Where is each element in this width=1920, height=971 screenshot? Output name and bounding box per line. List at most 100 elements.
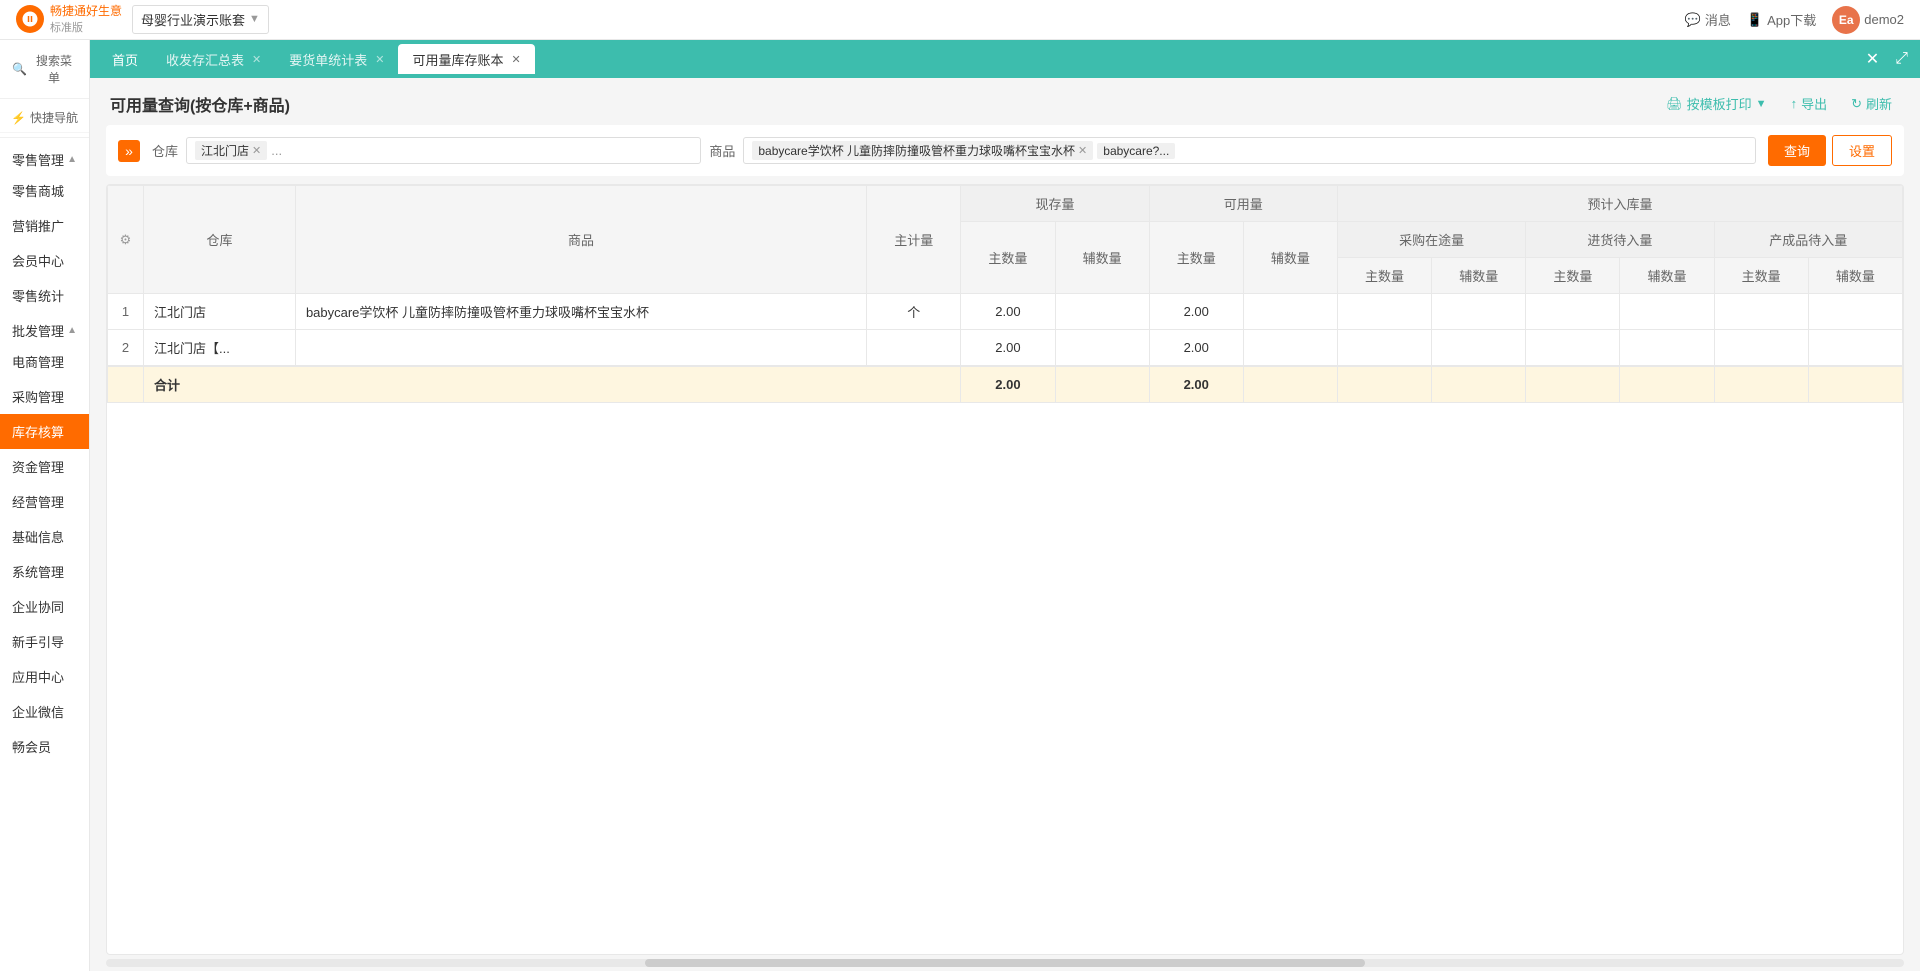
th-main-unit: 主计量 bbox=[867, 186, 961, 294]
sidebar-item-base[interactable]: 基础信息 bbox=[0, 519, 89, 554]
quick-nav-btn[interactable]: ⚡ 快捷导航 bbox=[0, 103, 89, 133]
sidebar-item-wechat[interactable]: 企业微信 bbox=[0, 694, 89, 729]
scrollbar-area bbox=[90, 955, 1920, 971]
search-menu-label: 搜索菜单 bbox=[31, 52, 77, 86]
sidebar-item-corp[interactable]: 企业协同 bbox=[0, 589, 89, 624]
th-incoming-main: 主数量 bbox=[1526, 258, 1620, 294]
tab-home[interactable]: 首页 bbox=[98, 44, 152, 74]
wholesale-arrow-icon: ▲ bbox=[67, 325, 77, 336]
sidebar-group-wholesale[interactable]: 批发管理 ▲ bbox=[0, 313, 89, 344]
sidebar-item-finance[interactable]: 资金管理 bbox=[0, 449, 89, 484]
th-warehouse: 仓库 bbox=[144, 186, 296, 294]
th-incoming-pending-group: 进货待入量 bbox=[1526, 222, 1714, 258]
sidebar-item-retail-stats[interactable]: 零售统计 bbox=[0, 278, 89, 313]
page-header: 可用量查询(按仓库+商品) 🖨 按模板打印 ▼ ↑ 导出 ↻ 刷新 bbox=[90, 78, 1920, 125]
scroll-track[interactable] bbox=[106, 959, 1904, 967]
app-download-btn[interactable]: 📱 App下载 bbox=[1747, 10, 1816, 29]
tab-recv-send-label: 收发存汇总表 bbox=[166, 50, 244, 69]
refresh-icon: ↻ bbox=[1851, 96, 1862, 112]
th-current-main-qty: 主数量 bbox=[961, 222, 1055, 294]
sidebar-item-appcenter[interactable]: 应用中心 bbox=[0, 659, 89, 694]
sidebar-item-inventory[interactable]: 库存核算 bbox=[0, 414, 89, 449]
export-btn[interactable]: ↑ 导出 bbox=[1783, 90, 1836, 117]
warehouse-tag-label: 江北门店 bbox=[201, 142, 249, 159]
tab-order-stats-label: 要货单统计表 bbox=[289, 50, 367, 69]
th-current-aux-qty: 辅数量 bbox=[1055, 222, 1149, 294]
user-area[interactable]: Ea demo2 bbox=[1832, 6, 1904, 34]
tab-home-label: 首页 bbox=[112, 50, 138, 69]
filter-actions: 查询 设置 bbox=[1768, 135, 1892, 166]
th-settings: ⚙ bbox=[108, 186, 144, 294]
phone-icon: 📱 bbox=[1747, 12, 1763, 28]
row-unit-0: 个 bbox=[867, 294, 961, 330]
sidebar-item-finance-label: 资金管理 bbox=[12, 457, 64, 476]
row-avail-aux-0 bbox=[1243, 294, 1337, 330]
sidebar-item-corp-label: 企业协同 bbox=[12, 597, 64, 616]
th-production-aux: 辅数量 bbox=[1808, 258, 1902, 294]
sidebar-item-guide[interactable]: 新手引导 bbox=[0, 624, 89, 659]
row-ip-main-1 bbox=[1526, 330, 1620, 367]
tab-recv-send-close[interactable]: ✕ bbox=[252, 53, 261, 66]
row-pp-aux-1 bbox=[1808, 330, 1902, 367]
sidebar-group-retail[interactable]: 零售管理 ▲ bbox=[0, 142, 89, 173]
table-footer-row: 合计 2.00 2.00 bbox=[108, 366, 1903, 403]
row-pt-aux-1 bbox=[1432, 330, 1526, 367]
row-unit-1 bbox=[867, 330, 961, 367]
product-tag-1-close[interactable]: ✕ bbox=[1078, 144, 1087, 157]
search-menu-btn[interactable]: 🔍 搜索菜单 bbox=[8, 48, 81, 90]
row-pp-aux-0 bbox=[1808, 294, 1902, 330]
warehouse-tag-close[interactable]: ✕ bbox=[252, 144, 261, 157]
query-btn[interactable]: 查询 bbox=[1768, 135, 1826, 166]
tab-order-stats[interactable]: 要货单统计表 ✕ bbox=[275, 44, 398, 74]
retail-arrow-icon: ▲ bbox=[67, 154, 77, 165]
wholesale-mgmt-label: 批发管理 bbox=[12, 321, 64, 340]
message-btn[interactable]: 💬 消息 bbox=[1685, 10, 1731, 29]
sidebar-item-purchase[interactable]: 采购管理 bbox=[0, 379, 89, 414]
logo-area: 畅捷通好生意 标准版 bbox=[16, 4, 122, 34]
sidebar-item-member[interactable]: 会员中心 bbox=[0, 243, 89, 278]
row-pt-main-1 bbox=[1337, 330, 1431, 367]
refresh-btn[interactable]: ↻ 刷新 bbox=[1843, 90, 1900, 117]
filter-row: 仓库 江北门店 ✕ ... 商品 babycare学饮杯 儿童防摔防撞吸管杯重力… bbox=[152, 137, 1756, 164]
footer-available-main: 2.00 bbox=[1149, 366, 1243, 403]
footer-ip-main bbox=[1526, 366, 1620, 403]
sidebar-item-ops[interactable]: 经营管理 bbox=[0, 484, 89, 519]
store-selector[interactable]: 母婴行业演示账套 ▼ bbox=[132, 5, 269, 34]
product-filter-input[interactable]: babycare学饮杯 儿童防摔防撞吸管杯重力球吸嘴杯宝宝水杯 ✕ babyca… bbox=[743, 137, 1756, 164]
search-icon: 🔍 bbox=[12, 62, 27, 76]
logo-text-area: 畅捷通好生意 标准版 bbox=[50, 4, 122, 34]
sidebar-item-sys[interactable]: 系统管理 bbox=[0, 554, 89, 589]
sidebar-section: 零售管理 ▲ 零售商城 营销推广 会员中心 零售统计 批发管理 ▲ 电商管理 bbox=[0, 138, 89, 768]
warehouse-filter-input[interactable]: 江北门店 ✕ ... bbox=[186, 137, 701, 164]
row-warehouse-1: 江北门店【... bbox=[144, 330, 296, 367]
sidebar-item-inventory-label: 库存核算 bbox=[12, 422, 64, 441]
row-ip-main-0 bbox=[1526, 294, 1620, 330]
sidebar-item-marketing[interactable]: 营销推广 bbox=[0, 208, 89, 243]
sidebar-item-sys-label: 系统管理 bbox=[12, 562, 64, 581]
message-icon: 💬 bbox=[1685, 12, 1701, 28]
tab-available-inv-close[interactable]: ✕ bbox=[512, 53, 521, 66]
th-available-main-qty: 主数量 bbox=[1149, 222, 1243, 294]
tab-recv-send[interactable]: 收发存汇总表 ✕ bbox=[152, 44, 275, 74]
print-arrow-icon: ▼ bbox=[1756, 98, 1767, 110]
page-actions: 🖨 按模板打印 ▼ ↑ 导出 ↻ 刷新 bbox=[1658, 90, 1900, 117]
gear-icon[interactable]: ⚙ bbox=[120, 232, 132, 247]
table-row: 2 江北门店【... 2.00 2.00 bbox=[108, 330, 1903, 367]
tab-available-inv[interactable]: 可用量库存账本 ✕ bbox=[398, 44, 534, 74]
row-cur-aux-1 bbox=[1055, 330, 1149, 367]
filter-expand-btn[interactable]: » bbox=[118, 140, 140, 162]
tab-close-all-btn[interactable]: ✕ bbox=[1862, 45, 1883, 73]
sidebar-item-vip[interactable]: 畅会员 bbox=[0, 729, 89, 764]
scroll-thumb[interactable] bbox=[645, 959, 1364, 967]
top-bar-right: 💬 消息 📱 App下载 Ea demo2 bbox=[1685, 6, 1904, 34]
page-title: 可用量查询(按仓库+商品) bbox=[110, 92, 290, 116]
sidebar-item-retail-stats-label: 零售统计 bbox=[12, 286, 64, 305]
print-btn[interactable]: 🖨 按模板打印 ▼ bbox=[1658, 90, 1774, 117]
tab-order-stats-close[interactable]: ✕ bbox=[375, 53, 384, 66]
sidebar-item-ecommerce[interactable]: 电商管理 bbox=[0, 344, 89, 379]
sidebar-item-retail-mall[interactable]: 零售商城 bbox=[0, 173, 89, 208]
sidebar: 🔍 搜索菜单 ⚡ 快捷导航 零售管理 ▲ 零售商城 营销推广 会员中心 bbox=[0, 40, 90, 971]
tab-fullscreen-btn[interactable]: ⤢ bbox=[1891, 46, 1912, 72]
footer-pt-main bbox=[1337, 366, 1431, 403]
setting-btn[interactable]: 设置 bbox=[1832, 135, 1892, 166]
